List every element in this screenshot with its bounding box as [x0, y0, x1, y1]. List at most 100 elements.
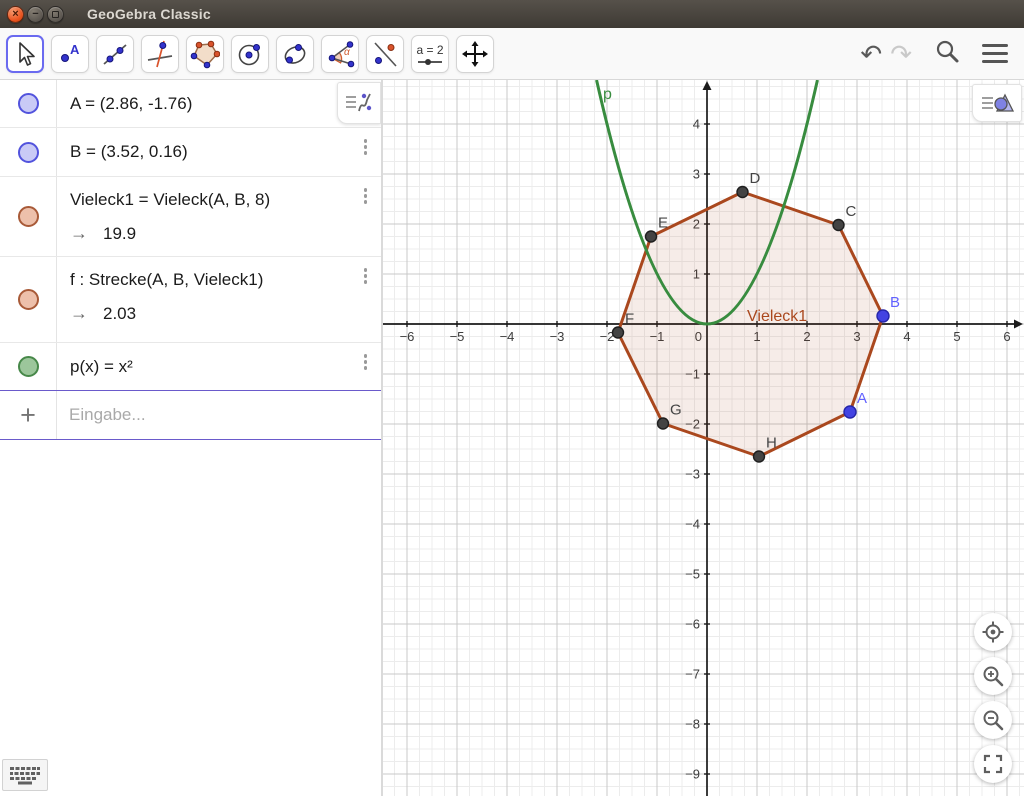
row-menu-icon[interactable] — [362, 186, 370, 206]
output-arrow: → — [70, 223, 88, 244]
tool-angle[interactable]: α — [321, 35, 359, 73]
move-cursor-icon — [10, 39, 40, 69]
row-gutter — [0, 257, 57, 342]
zoom-in-icon — [981, 664, 1005, 688]
add-expression-icon[interactable]: + — [20, 402, 36, 429]
fullscreen-icon — [982, 753, 1004, 775]
tool-move-graphics-view[interactable] — [456, 35, 494, 73]
row-gutter — [0, 80, 57, 127]
row-menu-icon[interactable] — [362, 352, 370, 372]
output-arrow: → — [70, 303, 88, 324]
visibility-toggle-p[interactable] — [18, 356, 39, 377]
algebra-style-icon — [343, 90, 375, 116]
point-label-G: G — [670, 402, 682, 419]
search-icon[interactable] — [934, 38, 960, 69]
algebra-input[interactable] — [57, 405, 365, 425]
point-C — [833, 220, 844, 231]
point-label-H: H — [766, 435, 777, 452]
algebra-stylebar-button[interactable] — [337, 82, 381, 124]
expression-A: A = (2.86, -1.76) — [70, 94, 192, 114]
standard-view-icon — [981, 620, 1005, 644]
svg-text:−9: −9 — [685, 767, 700, 782]
svg-text:4: 4 — [693, 117, 700, 132]
row-gutter — [0, 177, 57, 256]
point-H — [754, 451, 765, 462]
window-maximize-icon[interactable] — [47, 6, 64, 23]
polygon-tool-icon — [190, 39, 220, 69]
svg-text:α: α — [344, 47, 350, 58]
geogebra-window: × − GeoGebra Classic A — [0, 0, 1024, 796]
tool-line[interactable] — [96, 35, 134, 73]
expression-B: B = (3.52, 0.16) — [70, 142, 188, 162]
svg-text:4: 4 — [903, 329, 910, 344]
zoom-in-button[interactable] — [974, 657, 1012, 695]
redo-icon[interactable]: ↷ — [890, 41, 912, 67]
ellipse-tool-icon — [280, 39, 310, 69]
move-view-icon — [460, 39, 490, 69]
row-menu-icon[interactable] — [362, 137, 370, 157]
zoom-out-button[interactable] — [974, 701, 1012, 739]
virtual-keyboard-toggle[interactable] — [2, 759, 48, 791]
row-gutter: + — [0, 391, 57, 439]
tool-slider[interactable]: a = 2 — [411, 35, 449, 73]
svg-text:3: 3 — [693, 167, 700, 182]
visibility-toggle-f[interactable] — [18, 289, 39, 310]
slider-label: a = 2 — [416, 44, 443, 57]
tool-ellipse[interactable] — [276, 35, 314, 73]
point-A[interactable] — [844, 406, 856, 418]
graphics-view[interactable]: −6−5−4−3−2−101234564321−1−2−3−4−5−6−7−8−… — [383, 80, 1024, 796]
standard-view-button[interactable] — [974, 613, 1012, 651]
angle-tool-icon: α — [325, 39, 355, 69]
svg-text:−5: −5 — [685, 567, 700, 582]
svg-text:A: A — [70, 42, 80, 57]
tool-perpendicular-line[interactable] — [141, 35, 179, 73]
zoom-controls — [974, 613, 1012, 783]
svg-text:−4: −4 — [685, 517, 700, 532]
visibility-toggle-B[interactable] — [18, 142, 39, 163]
algebra-view: A = (2.86, -1.76) B = (3.52, 0.16) Viele… — [0, 80, 381, 796]
tool-polygon[interactable] — [186, 35, 224, 73]
undo-icon[interactable]: ↶ — [860, 41, 882, 67]
algebra-row-p[interactable]: p(x) = x² — [0, 343, 381, 390]
point-E — [646, 231, 657, 242]
point-label-F: F — [625, 311, 634, 328]
slider-track — [418, 61, 442, 63]
point-G — [658, 418, 669, 429]
slider-tool-icon: a = 2 — [416, 44, 443, 63]
row-gutter — [0, 128, 57, 176]
coordinate-plot[interactable]: −6−5−4−3−2−101234564321−1−2−3−4−5−6−7−8−… — [383, 80, 1024, 796]
line-tool-icon — [100, 39, 130, 69]
expression-Vieleck1: Vieleck1 = Vieleck(A, B, 8) — [70, 190, 381, 210]
svg-text:−5: −5 — [450, 329, 465, 344]
svg-text:−3: −3 — [685, 467, 700, 482]
fullscreen-button[interactable] — [974, 745, 1012, 783]
value-f: 2.03 — [103, 304, 136, 324]
tool-circle-with-center[interactable] — [231, 35, 269, 73]
polygon-label: Vieleck1 — [747, 308, 807, 325]
title-bar: × − GeoGebra Classic — [0, 0, 1024, 28]
tool-move[interactable] — [6, 35, 44, 73]
window-minimize-icon[interactable]: − — [27, 6, 44, 23]
menu-icon[interactable] — [982, 44, 1008, 63]
tool-reflect-about-line[interactable] — [366, 35, 404, 73]
algebra-row-A[interactable]: A = (2.86, -1.76) — [0, 80, 381, 128]
point-B[interactable] — [877, 310, 889, 322]
value-Vieleck1: 19.9 — [103, 224, 136, 244]
slider-handle — [425, 59, 431, 65]
perpendicular-line-icon — [145, 39, 175, 69]
algebra-row-Vieleck1[interactable]: Vieleck1 = Vieleck(A, B, 8) → 19.9 — [0, 177, 381, 257]
algebra-row-B[interactable]: B = (3.52, 0.16) — [0, 128, 381, 177]
window-title: GeoGebra Classic — [87, 6, 211, 22]
graphics-stylebar-button[interactable] — [972, 84, 1022, 122]
row-menu-icon[interactable] — [362, 266, 370, 286]
tool-point[interactable]: A — [51, 35, 89, 73]
algebra-row-f[interactable]: f : Strecke(A, B, Vieleck1) →2.03 — [0, 257, 381, 343]
visibility-toggle-Vieleck1[interactable] — [18, 206, 39, 227]
point-F — [613, 327, 624, 338]
expression-p: p(x) = x² — [70, 357, 133, 377]
window-close-icon[interactable]: × — [7, 6, 24, 23]
svg-text:−3: −3 — [550, 329, 565, 344]
visibility-toggle-A[interactable] — [18, 93, 39, 114]
reflection-tool-icon — [370, 39, 400, 69]
point-D — [737, 187, 748, 198]
